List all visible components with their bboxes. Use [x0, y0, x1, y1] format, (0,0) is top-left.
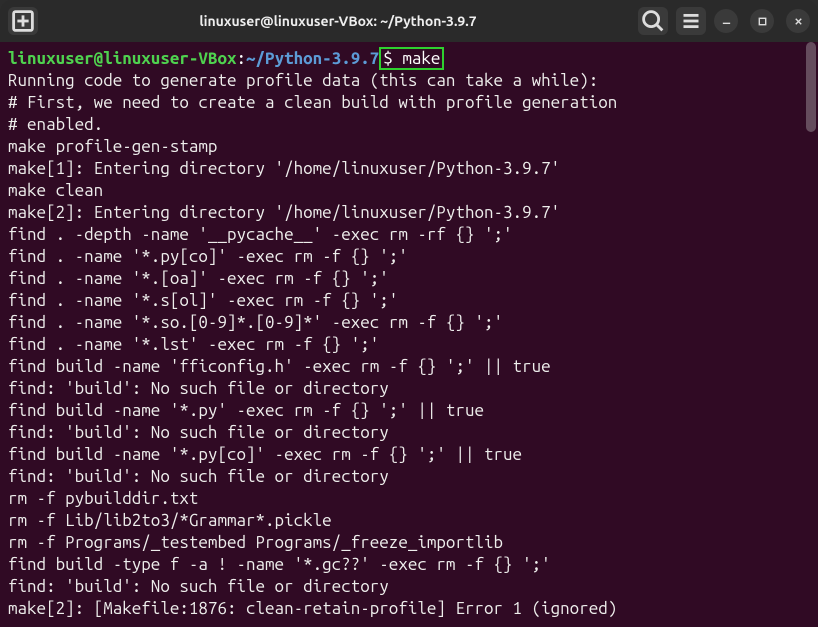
- window-title: linuxuser@linuxuser-VBox: ~/Python-3.9.7: [46, 13, 630, 29]
- output-line: find . -name '*.py[co]' -exec rm -f {} '…: [8, 246, 810, 268]
- output-line: find . -name '*.s[ol]' -exec rm -f {} ';…: [8, 290, 810, 312]
- prompt-userhost: linuxuser@linuxuser-VBox: [8, 49, 236, 68]
- output-line: make clean: [8, 180, 810, 202]
- terminal-output: Running code to generate profile data (t…: [8, 70, 810, 620]
- command-text: make: [402, 49, 440, 68]
- terminal-content[interactable]: linuxuser@linuxuser-VBox:~/Python-3.9.7$…: [0, 42, 818, 627]
- minimize-button[interactable]: [714, 9, 738, 33]
- output-line: make[2]: Entering directory '/home/linux…: [8, 202, 810, 224]
- search-button[interactable]: [638, 7, 668, 35]
- output-line: find . -name '*.lst' -exec rm -f {} ';': [8, 334, 810, 356]
- output-line: find: 'build': No such file or directory: [8, 378, 810, 400]
- output-line: find: 'build': No such file or directory: [8, 576, 810, 598]
- output-line: find . -name '*.so.[0-9]*.[0-9]*' -exec …: [8, 312, 810, 334]
- scrollbar[interactable]: [806, 42, 816, 627]
- command-highlight: $ make: [379, 47, 444, 70]
- output-line: # enabled.: [8, 114, 810, 136]
- prompt-path: ~/Python-3.9.7: [246, 49, 379, 68]
- output-line: make[1]: Entering directory '/home/linux…: [8, 158, 810, 180]
- output-line: make[2]: [Makefile:1876: clean-retain-pr…: [8, 598, 810, 620]
- close-button[interactable]: [786, 9, 810, 33]
- output-line: find build -type f -a ! -name '*.gc??' -…: [8, 554, 810, 576]
- output-line: find build -name '*.py' -exec rm -f {} '…: [8, 400, 810, 422]
- output-line: find build -name 'fficonfig.h' -exec rm …: [8, 356, 810, 378]
- new-tab-button[interactable]: [8, 7, 38, 35]
- output-line: Running code to generate profile data (t…: [8, 70, 810, 92]
- output-line: find . -name '*.[oa]' -exec rm -f {} ';': [8, 268, 810, 290]
- prompt-line: linuxuser@linuxuser-VBox:~/Python-3.9.7$…: [8, 48, 810, 70]
- output-line: rm -f Programs/_testembed Programs/_free…: [8, 532, 810, 554]
- maximize-button[interactable]: [750, 9, 774, 33]
- output-line: make profile-gen-stamp: [8, 136, 810, 158]
- output-line: find . -depth -name '__pycache__' -exec …: [8, 224, 810, 246]
- output-line: find: 'build': No such file or directory: [8, 466, 810, 488]
- scrollbar-thumb[interactable]: [806, 42, 816, 132]
- output-line: # First, we need to create a clean build…: [8, 92, 810, 114]
- output-line: rm -f pybuilddir.txt: [8, 488, 810, 510]
- titlebar: linuxuser@linuxuser-VBox: ~/Python-3.9.7: [0, 0, 818, 42]
- menu-button[interactable]: [676, 7, 706, 35]
- output-line: find: 'build': No such file or directory: [8, 422, 810, 444]
- output-line: find build -name '*.py[co]' -exec rm -f …: [8, 444, 810, 466]
- output-line: rm -f Lib/lib2to3/*Grammar*.pickle: [8, 510, 810, 532]
- prompt-colon: :: [236, 49, 246, 68]
- prompt-dollar: $: [383, 49, 402, 68]
